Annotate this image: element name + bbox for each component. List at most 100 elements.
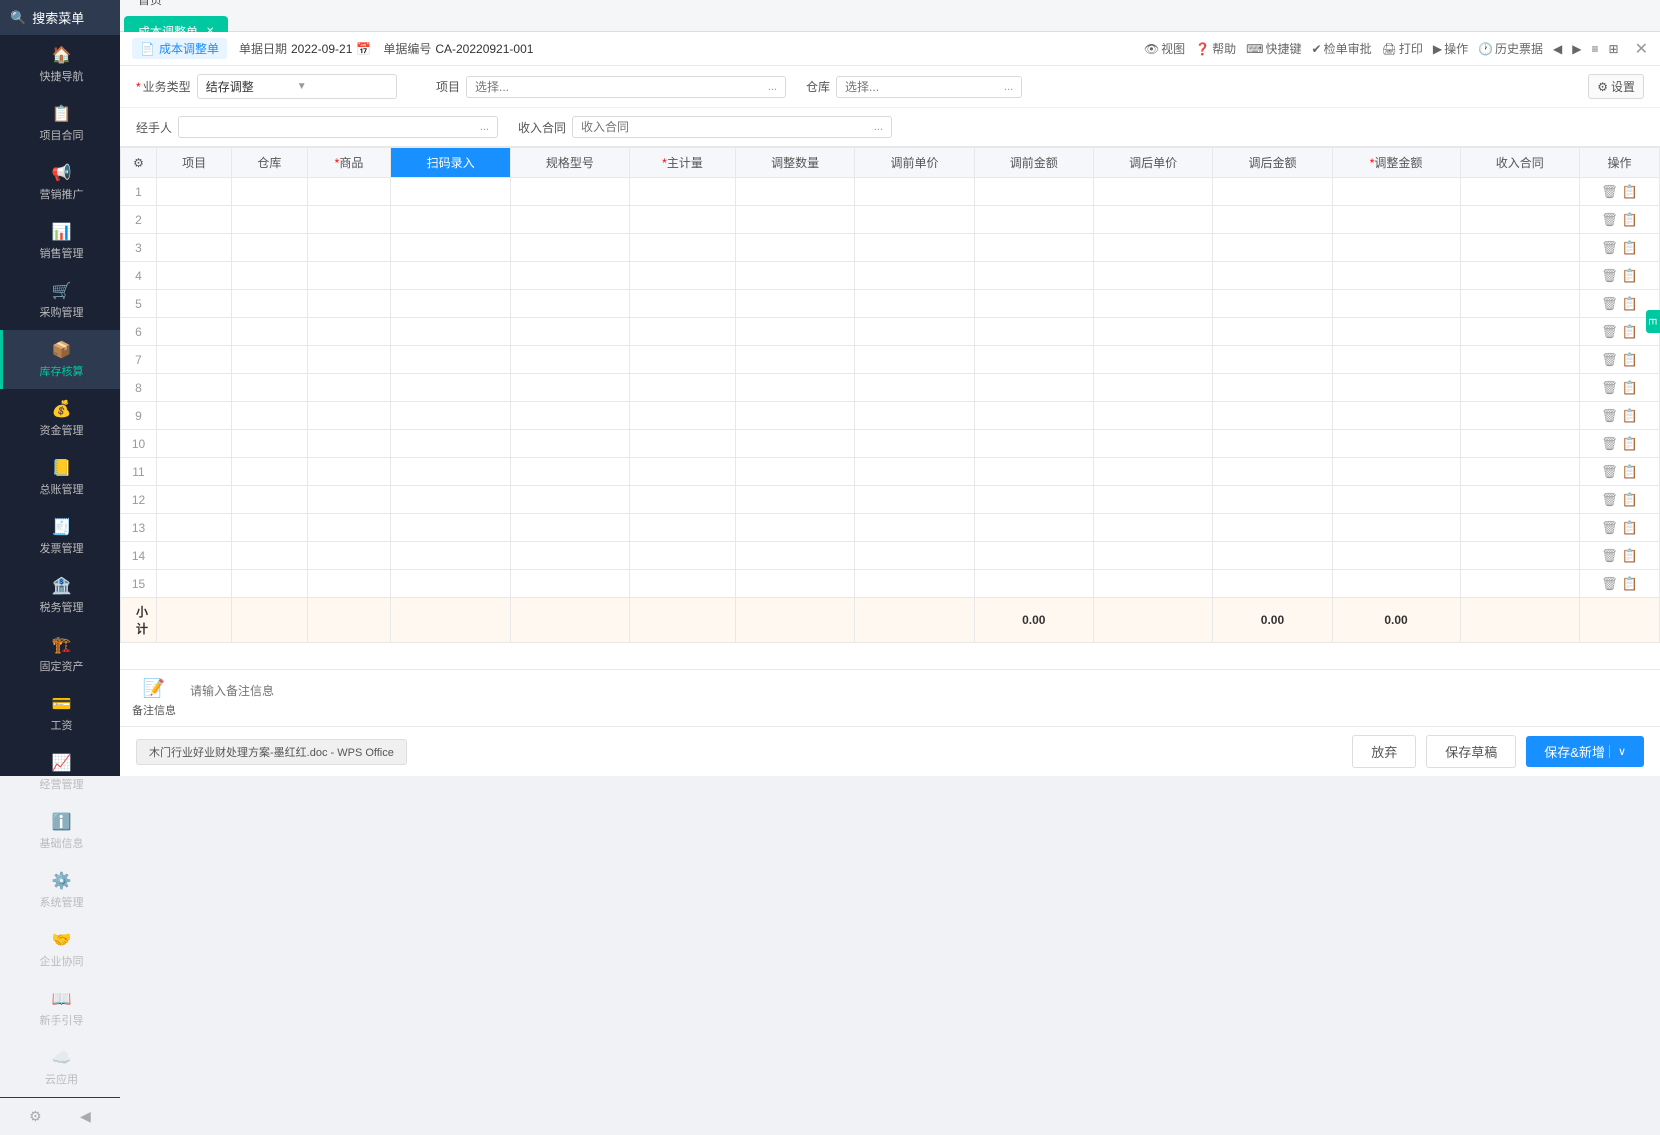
cell-1-scan[interactable] bbox=[391, 178, 510, 206]
cell-11-after_amount[interactable] bbox=[1213, 458, 1332, 486]
cell-13-income_contract[interactable] bbox=[1460, 514, 1579, 542]
cell-14-warehouse[interactable] bbox=[232, 542, 307, 570]
cell-8-before_amount[interactable] bbox=[974, 374, 1093, 402]
col-header-income_contract[interactable]: 收入合同 bbox=[1460, 148, 1579, 178]
cell-12-before_price[interactable] bbox=[855, 486, 974, 514]
cell-10-warehouse[interactable] bbox=[232, 430, 307, 458]
toolbar-action-hotkey[interactable]: ⌨快捷键 bbox=[1246, 40, 1301, 57]
delete-icon-11[interactable]: 🗑 bbox=[1601, 464, 1618, 479]
cell-4-adj_amount[interactable] bbox=[1332, 262, 1460, 290]
cell-15-after_amount[interactable] bbox=[1213, 570, 1332, 598]
sidebar-item-salary[interactable]: 💳工资 bbox=[0, 684, 120, 743]
sidebar-item-project-contract[interactable]: 📋项目合同 bbox=[0, 94, 120, 153]
cell-8-after_price[interactable] bbox=[1093, 374, 1212, 402]
cell-8-before_price[interactable] bbox=[855, 374, 974, 402]
delete-icon-12[interactable]: 🗑 bbox=[1601, 492, 1618, 507]
cell-9-adj_amount[interactable] bbox=[1332, 402, 1460, 430]
copy-icon-1[interactable]: 📋 bbox=[1622, 184, 1638, 199]
cell-12-goods[interactable] bbox=[307, 486, 391, 514]
warehouse-field[interactable] bbox=[845, 80, 1000, 94]
cell-11-adj_qty[interactable] bbox=[735, 458, 854, 486]
cell-3-unit[interactable] bbox=[630, 234, 736, 262]
cell-13-before_price[interactable] bbox=[855, 514, 974, 542]
cell-12-warehouse[interactable] bbox=[232, 486, 307, 514]
cell-6-adj_qty[interactable] bbox=[735, 318, 854, 346]
delete-icon-13[interactable]: 🗑 bbox=[1601, 520, 1618, 535]
col-header-ops[interactable]: 操作 bbox=[1580, 148, 1660, 178]
cell-13-warehouse[interactable] bbox=[232, 514, 307, 542]
cell-7-scan[interactable] bbox=[391, 346, 510, 374]
discard-button[interactable]: 放弃 bbox=[1352, 735, 1416, 768]
cell-2-scan[interactable] bbox=[391, 206, 510, 234]
cell-11-unit[interactable] bbox=[630, 458, 736, 486]
right-expand-tab[interactable]: Ear bbox=[1646, 310, 1660, 333]
toolbar-action-help[interactable]: ❓帮助 bbox=[1195, 40, 1236, 57]
cell-11-adj_amount[interactable] bbox=[1332, 458, 1460, 486]
cell-12-adj_amount[interactable] bbox=[1332, 486, 1460, 514]
cell-1-adj_amount[interactable] bbox=[1332, 178, 1460, 206]
cell-4-warehouse[interactable] bbox=[232, 262, 307, 290]
cell-1-spec[interactable] bbox=[510, 178, 629, 206]
cell-13-project[interactable] bbox=[157, 514, 232, 542]
delete-icon-14[interactable]: 🗑 bbox=[1601, 548, 1618, 563]
col-header-adj_amount[interactable]: *调整金额 bbox=[1332, 148, 1460, 178]
delete-icon-1[interactable]: 🗑 bbox=[1601, 184, 1618, 199]
cell-14-project[interactable] bbox=[157, 542, 232, 570]
toolbar-action-list-view[interactable]: ≡ bbox=[1592, 42, 1599, 56]
cell-9-income_contract[interactable] bbox=[1460, 402, 1579, 430]
toolbar-action-operate[interactable]: ▶操作 bbox=[1433, 40, 1468, 57]
sidebar-item-invoice-mgmt[interactable]: 🧾发票管理 bbox=[0, 507, 120, 566]
cell-15-warehouse[interactable] bbox=[232, 570, 307, 598]
cell-3-income_contract[interactable] bbox=[1460, 234, 1579, 262]
cell-1-adj_qty[interactable] bbox=[735, 178, 854, 206]
cell-1-unit[interactable] bbox=[630, 178, 736, 206]
cell-11-before_price[interactable] bbox=[855, 458, 974, 486]
cell-3-before_price[interactable] bbox=[855, 234, 974, 262]
cell-4-goods[interactable] bbox=[307, 262, 391, 290]
copy-icon-4[interactable]: 📋 bbox=[1622, 268, 1638, 283]
cell-8-adj_amount[interactable] bbox=[1332, 374, 1460, 402]
cell-10-adj_amount[interactable] bbox=[1332, 430, 1460, 458]
cell-2-adj_qty[interactable] bbox=[735, 206, 854, 234]
settings-icon[interactable]: ⚙ bbox=[29, 1108, 42, 1125]
col-header-unit[interactable]: *主计量 bbox=[630, 148, 736, 178]
cell-5-scan[interactable] bbox=[391, 290, 510, 318]
cell-10-before_price[interactable] bbox=[855, 430, 974, 458]
delete-icon-2[interactable]: 🗑 bbox=[1601, 212, 1618, 227]
toolbar-action-check[interactable]: ✔检单审批 bbox=[1312, 40, 1372, 57]
close-btn[interactable]: ✕ bbox=[1635, 39, 1648, 59]
cell-1-after_price[interactable] bbox=[1093, 178, 1212, 206]
cell-13-after_amount[interactable] bbox=[1213, 514, 1332, 542]
cell-6-scan[interactable] bbox=[391, 318, 510, 346]
cell-2-unit[interactable] bbox=[630, 206, 736, 234]
cell-8-scan[interactable] bbox=[391, 374, 510, 402]
sidebar-item-enterprise-coop[interactable]: 🤝企业协同 bbox=[0, 920, 120, 979]
sidebar-item-cloud-apps[interactable]: ☁️云应用 bbox=[0, 1038, 120, 1097]
cell-6-unit[interactable] bbox=[630, 318, 736, 346]
cell-9-project[interactable] bbox=[157, 402, 232, 430]
copy-icon-9[interactable]: 📋 bbox=[1622, 408, 1638, 423]
cell-2-before_amount[interactable] bbox=[974, 206, 1093, 234]
cell-8-unit[interactable] bbox=[630, 374, 736, 402]
income-contract-input[interactable]: ... bbox=[572, 116, 892, 138]
delete-icon-10[interactable]: 🗑 bbox=[1601, 436, 1618, 451]
cell-14-spec[interactable] bbox=[510, 542, 629, 570]
cell-4-after_amount[interactable] bbox=[1213, 262, 1332, 290]
sidebar-item-inventory-calc[interactable]: 📦库存核算 bbox=[0, 330, 120, 389]
cell-12-after_price[interactable] bbox=[1093, 486, 1212, 514]
cell-7-before_price[interactable] bbox=[855, 346, 974, 374]
cell-3-adj_qty[interactable] bbox=[735, 234, 854, 262]
cell-14-income_contract[interactable] bbox=[1460, 542, 1579, 570]
cell-2-spec[interactable] bbox=[510, 206, 629, 234]
cell-8-spec[interactable] bbox=[510, 374, 629, 402]
delete-icon-4[interactable]: 🗑 bbox=[1601, 268, 1618, 283]
delete-icon-6[interactable]: 🗑 bbox=[1601, 324, 1618, 339]
cell-7-project[interactable] bbox=[157, 346, 232, 374]
cell-11-before_amount[interactable] bbox=[974, 458, 1093, 486]
cell-4-spec[interactable] bbox=[510, 262, 629, 290]
cell-5-goods[interactable] bbox=[307, 290, 391, 318]
cell-10-project[interactable] bbox=[157, 430, 232, 458]
cell-7-adj_qty[interactable] bbox=[735, 346, 854, 374]
toolbar-action-nav-next[interactable]: ▶ bbox=[1572, 42, 1581, 56]
project-field[interactable] bbox=[475, 80, 764, 94]
